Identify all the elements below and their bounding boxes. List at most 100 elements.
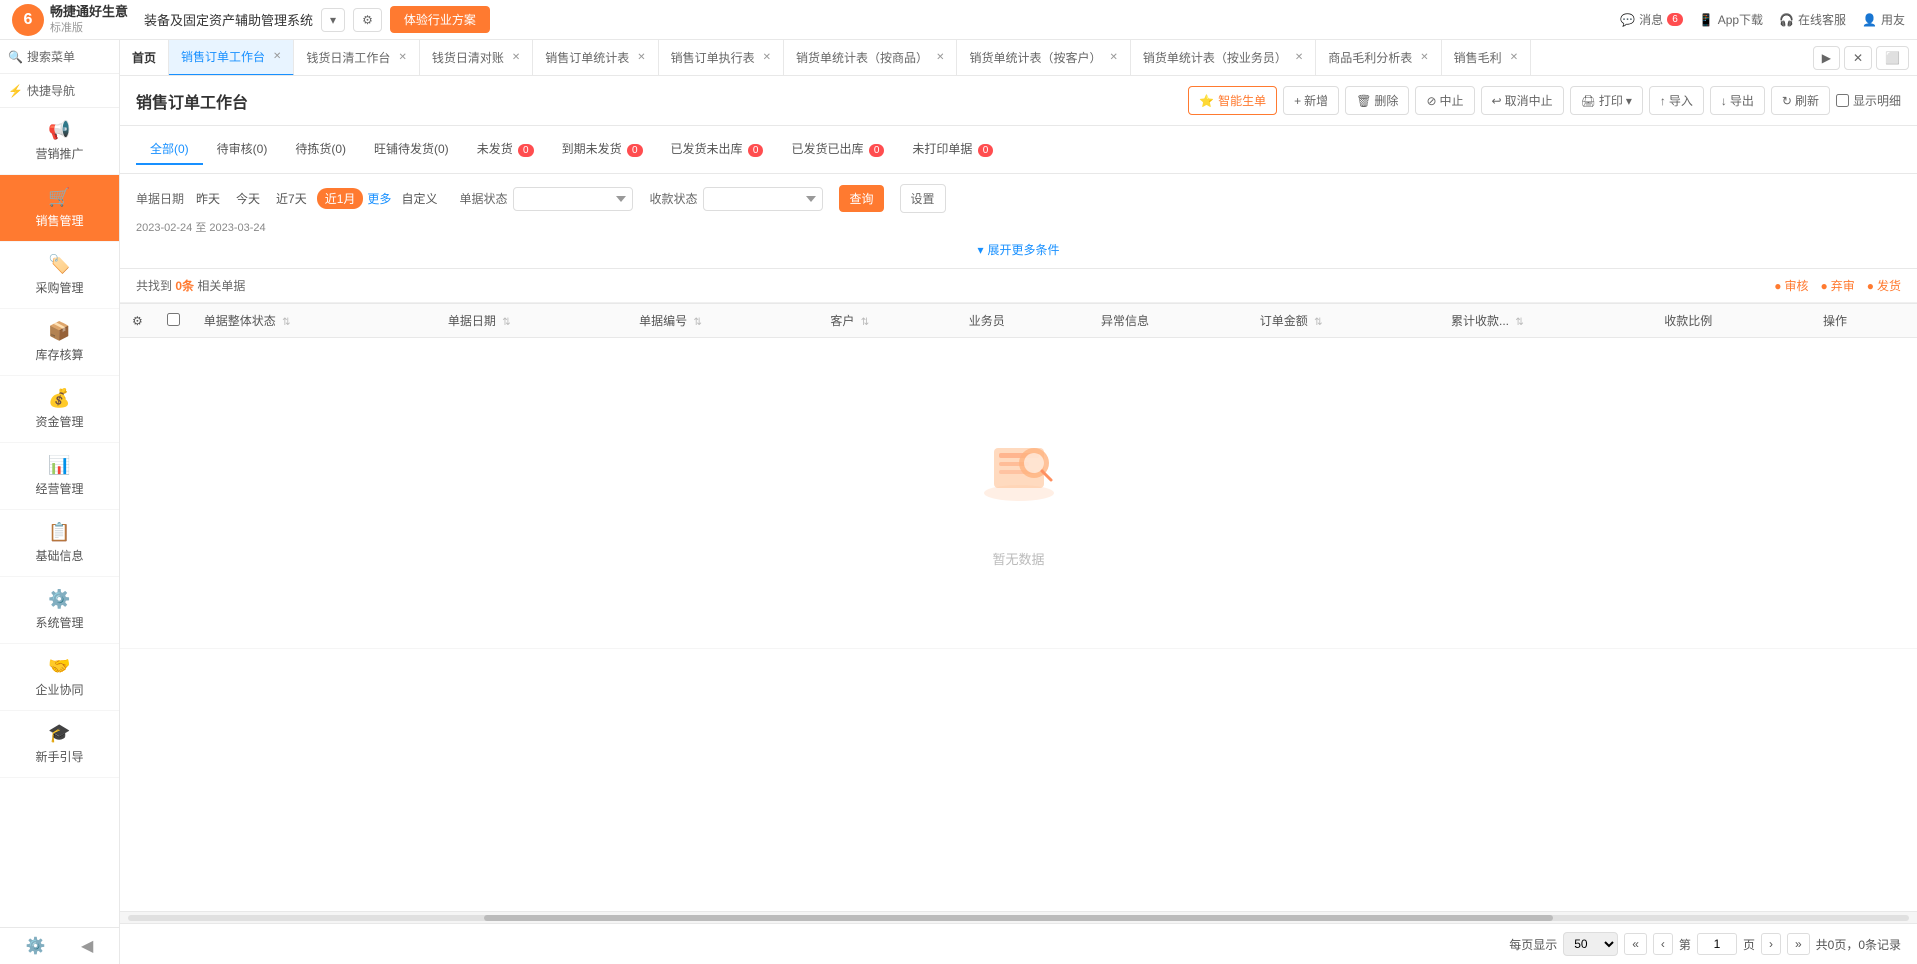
tab-cash-daily[interactable]: 钱货日清工作台 ✕ [294, 40, 419, 76]
app-download-item[interactable]: 📱 App下载 [1699, 11, 1763, 28]
tab-sales-summary-customer[interactable]: 销货单统计表（按客户） ✕ [957, 40, 1130, 76]
filter-tab-not-shipped[interactable]: 未发货 0 [463, 134, 548, 165]
page-number-input[interactable] [1697, 933, 1737, 955]
scrollbar-track[interactable] [128, 915, 1909, 921]
prev-page-btn[interactable]: ‹ [1653, 933, 1673, 955]
filter-tab-pending-review[interactable]: 待审核(0) [203, 134, 282, 165]
tab-close-product-margin[interactable]: ✕ [1420, 52, 1428, 63]
col-number-sort[interactable]: ⇅ [694, 317, 702, 328]
page-size-select[interactable]: 10 20 50 100 [1563, 932, 1618, 956]
date-preset-today[interactable]: 今天 [230, 188, 266, 209]
import-btn[interactable]: ↑ 导入 [1649, 86, 1704, 115]
sidebar-item-system[interactable]: ⚙️ 系统管理 [0, 577, 119, 644]
sidebar-item-finance[interactable]: 💰 资金管理 [0, 376, 119, 443]
settings-query-btn[interactable]: 设置 [900, 184, 946, 213]
sidebar-quick-nav[interactable]: ⚡ 快捷导航 [0, 74, 119, 108]
export-btn[interactable]: ↓ 导出 [1710, 86, 1765, 115]
expand-more-btn[interactable]: ▾ 展开更多条件 [136, 241, 1901, 258]
status-select[interactable] [513, 187, 633, 211]
page-content: 销售订单工作台 ⭐ 智能生单 + 新增 🗑 删除 ⊘ [120, 76, 1917, 964]
sidebar-settings-icon[interactable]: ⚙️ [26, 936, 46, 956]
sidebar-item-marketing[interactable]: 📢 营销推广 [0, 108, 119, 175]
print-btn[interactable]: 🖨 打印 ▾ [1570, 86, 1643, 115]
col-received-sort[interactable]: ⇅ [1515, 317, 1523, 328]
date-preset-7days[interactable]: 近7天 [270, 188, 313, 209]
delete-btn[interactable]: 🗑 删除 [1345, 86, 1409, 115]
tab-home[interactable]: 首页 [120, 40, 169, 76]
tab-close-sales-stat[interactable]: ✕ [637, 52, 645, 63]
message-item[interactable]: 💬 消息 6 [1620, 11, 1683, 28]
payment-select[interactable] [703, 187, 823, 211]
settings-col-icon[interactable]: ⚙ [132, 314, 143, 328]
filter-tab-shipped-out[interactable]: 已发货已出库 0 [777, 134, 898, 165]
col-customer-sort[interactable]: ⇅ [861, 317, 869, 328]
sidebar-item-operations[interactable]: 📊 经营管理 [0, 443, 119, 510]
first-page-btn[interactable]: « [1624, 933, 1647, 955]
tab-sales-profit[interactable]: 销售毛利 ✕ [1442, 40, 1531, 76]
add-btn[interactable]: + 新增 [1283, 86, 1339, 115]
last-page-btn[interactable]: » [1787, 933, 1810, 955]
empty-state-row: 暂无数据 [120, 338, 1917, 649]
tab-sales-stat[interactable]: 销售订单统计表 ✕ [533, 40, 658, 76]
tab-close-all[interactable]: ✕ [1844, 46, 1872, 70]
tab-close-cash-daily[interactable]: ✕ [398, 52, 406, 63]
tab-close-sales-summary-customer[interactable]: ✕ [1109, 52, 1117, 63]
sidebar-item-enterprise[interactable]: 🤝 企业协同 [0, 644, 119, 711]
tab-close-cash-reconcile[interactable]: ✕ [512, 52, 520, 63]
sidebar-search[interactable]: 🔍 搜索菜单 [0, 40, 119, 74]
filter-tab-pending-pickup[interactable]: 待拣货(0) [281, 134, 360, 165]
tab-close-sales-exec[interactable]: ✕ [763, 52, 771, 63]
cancel-review-action[interactable]: ● 弃审 [1820, 277, 1854, 294]
sidebar-item-guide[interactable]: 🎓 新手引导 [0, 711, 119, 778]
show-detail-toggle[interactable]: 显示明细 [1836, 92, 1901, 109]
settings-btn[interactable]: ⚙ [353, 8, 382, 32]
tab-close-sales-workbench[interactable]: ✕ [273, 51, 281, 62]
online-service-item[interactable]: 🎧 在线客服 [1779, 11, 1846, 28]
next-page-btn[interactable]: › [1761, 933, 1781, 955]
col-amount-sort[interactable]: ⇅ [1314, 317, 1322, 328]
filter-tab-all[interactable]: 全部(0) [136, 134, 203, 165]
tab-label: 钱货日清工作台 [306, 49, 390, 66]
sidebar-item-basic[interactable]: 📋 基础信息 [0, 510, 119, 577]
col-status-sort[interactable]: ⇅ [282, 317, 290, 328]
review-action[interactable]: ● 审核 [1774, 277, 1808, 294]
tab-sales-exec[interactable]: 销售订单执行表 ✕ [659, 40, 784, 76]
user-item[interactable]: 👤 用友 [1862, 11, 1905, 28]
col-date-sort[interactable]: ⇅ [502, 317, 510, 328]
date-preset-more[interactable]: 更多 [367, 190, 391, 207]
filter-tab-not-printed[interactable]: 未打印单据 0 [898, 134, 1007, 165]
filter-tab-wangpu[interactable]: 旺铺待发货(0) [360, 134, 463, 165]
query-btn[interactable]: 查询 [839, 185, 883, 212]
tab-sales-workbench[interactable]: 销售订单工作台 ✕ [169, 40, 294, 76]
tab-close-sales-summary-staff[interactable]: ✕ [1295, 52, 1303, 63]
tab-cash-reconcile[interactable]: 钱货日清对账 ✕ [420, 40, 533, 76]
select-all-checkbox[interactable] [167, 313, 180, 326]
refresh-btn[interactable]: ↻ 刷新 [1771, 86, 1830, 115]
tab-maximize[interactable]: ⬜ [1876, 46, 1909, 70]
show-detail-checkbox[interactable] [1836, 94, 1849, 107]
horizontal-scrollbar[interactable] [120, 911, 1917, 923]
tab-close-sales-summary-product[interactable]: ✕ [936, 52, 944, 63]
smart-generate-btn[interactable]: ⭐ 智能生单 [1188, 86, 1277, 115]
filter-tab-shipped-not-out[interactable]: 已发货未出库 0 [657, 134, 778, 165]
tab-sales-summary-staff[interactable]: 销货单统计表（按业务员） ✕ [1131, 40, 1316, 76]
tab-sales-summary-product[interactable]: 销货单统计表（按商品） ✕ [784, 40, 957, 76]
scrollbar-thumb[interactable] [484, 915, 1553, 921]
date-preset-1month[interactable]: 近1月 [317, 188, 364, 209]
ship-action[interactable]: ● 发货 [1867, 277, 1901, 294]
tab-close-sales-profit[interactable]: ✕ [1510, 52, 1518, 63]
sidebar-item-purchase[interactable]: 🏷️ 采购管理 [0, 242, 119, 309]
system-dropdown-btn[interactable]: ▾ [321, 8, 345, 32]
date-preset-yesterday[interactable]: 昨天 [190, 188, 226, 209]
cancel-stop-btn[interactable]: ↩ 取消中止 [1481, 86, 1564, 115]
sidebar-item-sales[interactable]: 🛒 销售管理 [0, 175, 119, 242]
filter-tab-overdue[interactable]: 到期未发货 0 [548, 134, 657, 165]
date-preset-custom[interactable]: 自定义 [395, 188, 443, 209]
table-header-row: ⚙ 单据整体状态 ⇅ 单据日期 [120, 304, 1917, 338]
sidebar-item-inventory[interactable]: 📦 库存核算 [0, 309, 119, 376]
tab-product-margin[interactable]: 商品毛利分析表 ✕ [1316, 40, 1441, 76]
industry-btn[interactable]: 体验行业方案 [390, 6, 490, 33]
sidebar-collapse-icon[interactable]: ◀ [81, 936, 93, 956]
tab-scroll-right[interactable]: ▶ [1813, 46, 1840, 70]
stop-btn[interactable]: ⊘ 中止 [1415, 86, 1474, 115]
